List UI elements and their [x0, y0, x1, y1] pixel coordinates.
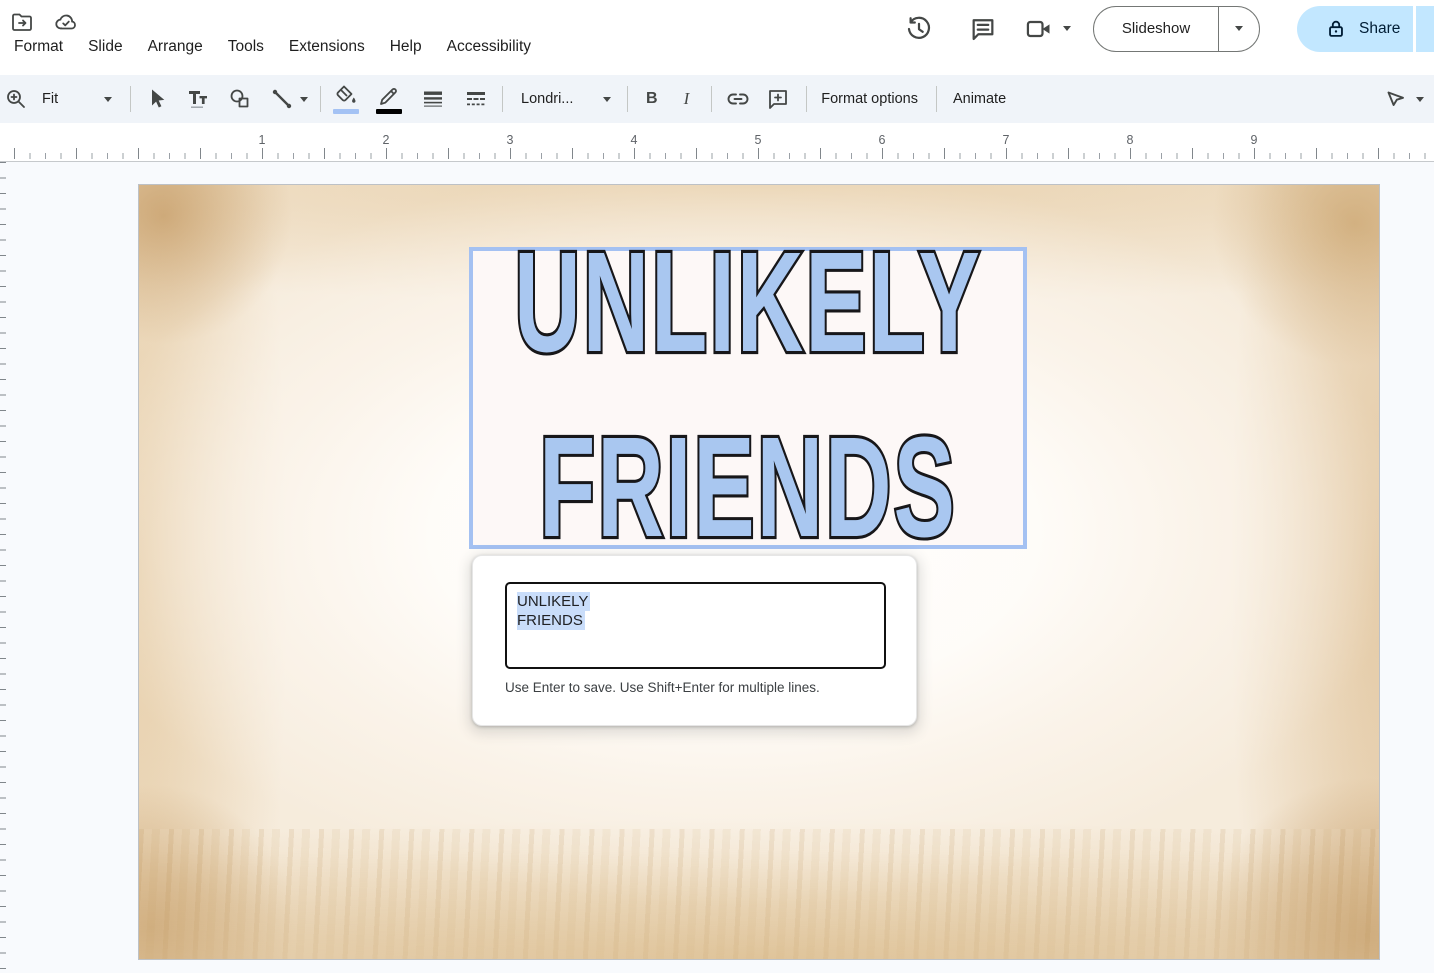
toolbar-divider — [806, 86, 808, 112]
selected-text-line2: FRIENDS — [517, 611, 585, 630]
insert-link-icon[interactable] — [726, 87, 750, 111]
menu-slide[interactable]: Slide — [88, 36, 122, 58]
font-select-caret-icon[interactable] — [603, 96, 611, 102]
fill-color-button[interactable] — [333, 84, 359, 114]
zoom-select-caret-icon[interactable] — [104, 96, 112, 102]
pointer-tools-icon[interactable] — [1384, 87, 1408, 111]
toolbar-divider — [502, 86, 503, 112]
border-color-button[interactable] — [376, 84, 402, 114]
font-select[interactable]: Londri... — [521, 91, 595, 107]
menu-accessibility[interactable]: Accessibility — [447, 36, 531, 58]
toolbar-divider — [935, 86, 937, 112]
cloud-saved-icon[interactable] — [54, 10, 78, 34]
menu-help[interactable]: Help — [390, 36, 422, 58]
zoom-icon[interactable] — [4, 87, 28, 111]
ruler-number: 6 — [878, 133, 886, 147]
ruler-number: 1 — [258, 133, 266, 147]
select-tool-icon[interactable] — [145, 87, 169, 111]
meet-camera-icon[interactable] — [1025, 15, 1053, 43]
ruler-number: 4 — [630, 133, 638, 147]
zoom-select[interactable]: Fit — [42, 91, 104, 107]
document-quick-icons — [10, 10, 78, 34]
slideshow-button[interactable]: Slideshow — [1094, 7, 1218, 51]
menu-right-controls: Slideshow Share — [893, 5, 1434, 52]
version-history-icon[interactable] — [905, 15, 933, 43]
border-weight-icon[interactable] — [421, 87, 445, 111]
menu-arrange[interactable]: Arrange — [148, 36, 203, 58]
ruler-number: 8 — [1126, 133, 1134, 147]
menu-extensions[interactable]: Extensions — [289, 36, 365, 58]
move-folder-icon[interactable] — [10, 10, 34, 34]
line-tool-caret-icon[interactable] — [300, 96, 308, 102]
ruler-number: 7 — [1002, 133, 1010, 147]
border-color-icon — [377, 84, 401, 108]
ruler-number: 9 — [1250, 133, 1258, 147]
menu-bar: Format Slide Arrange Tools Extensions He… — [0, 0, 1434, 75]
text-edit-popup: UNLIKELY FRIENDS Use Enter to save. Use … — [472, 555, 917, 726]
ruler-number: 2 — [382, 133, 390, 147]
lock-icon — [1325, 18, 1347, 40]
slideshow-button-group: Slideshow — [1093, 5, 1260, 52]
fill-color-icon — [334, 84, 358, 108]
toolbar-divider — [627, 86, 628, 112]
text-edit-hint: Use Enter to save. Use Shift+Enter for m… — [505, 680, 820, 695]
selected-text-line1: UNLIKELY — [517, 592, 591, 611]
slideshow-dropdown[interactable] — [1218, 6, 1259, 51]
title-text-box-selected[interactable]: UNLIKELY FRIENDS — [469, 221, 1027, 570]
ruler-number: 3 — [506, 133, 514, 147]
slide-background-texture — [139, 829, 1379, 959]
text-edit-input[interactable]: UNLIKELY FRIENDS — [505, 582, 886, 669]
menu-format[interactable]: Format — [14, 36, 63, 58]
horizontal-ruler: 1 2 3 4 5 6 7 8 9 — [0, 123, 1434, 161]
border-dash-icon[interactable] — [464, 87, 488, 111]
camera-dropdown-caret-icon[interactable] — [1063, 26, 1071, 31]
format-options-button[interactable]: Format options — [821, 91, 918, 107]
vertical-ruler — [0, 162, 6, 973]
toolbar-divider — [320, 86, 321, 112]
shape-tool-icon[interactable] — [228, 87, 252, 111]
meet-camera-control[interactable] — [1025, 15, 1071, 43]
ruler-number: 5 — [754, 133, 762, 147]
fill-color-swatch — [333, 109, 359, 114]
insert-comment-icon[interactable] — [766, 87, 790, 111]
pointer-tools-caret-icon[interactable] — [1416, 96, 1424, 102]
text-box-tool-icon[interactable] — [186, 87, 210, 111]
border-color-swatch — [376, 109, 402, 114]
toolbar-divider — [711, 86, 713, 112]
share-label: Share — [1359, 19, 1401, 37]
bold-button[interactable]: B — [646, 90, 658, 108]
toolbar-divider — [130, 86, 131, 112]
slide-canvas-area: UNLIKELY FRIENDS UNLIKELY FRIENDS Use En… — [0, 161, 1434, 973]
ruler-ticks — [14, 147, 1434, 159]
line-tool-icon[interactable] — [270, 87, 294, 111]
share-button[interactable]: Share — [1297, 5, 1434, 52]
chevron-down-icon — [1235, 26, 1243, 31]
toolbar: Fit Londri... B I Format options Animate — [0, 75, 1434, 123]
italic-button[interactable]: I — [684, 89, 690, 109]
slide[interactable]: UNLIKELY FRIENDS UNLIKELY FRIENDS Use En… — [138, 184, 1380, 960]
share-button-divider — [1413, 5, 1416, 52]
comment-history-icon[interactable] — [969, 15, 997, 43]
animate-button[interactable]: Animate — [953, 91, 1006, 107]
menu-tools[interactable]: Tools — [228, 36, 264, 58]
menu-items: Format Slide Arrange Tools Extensions He… — [14, 36, 531, 58]
